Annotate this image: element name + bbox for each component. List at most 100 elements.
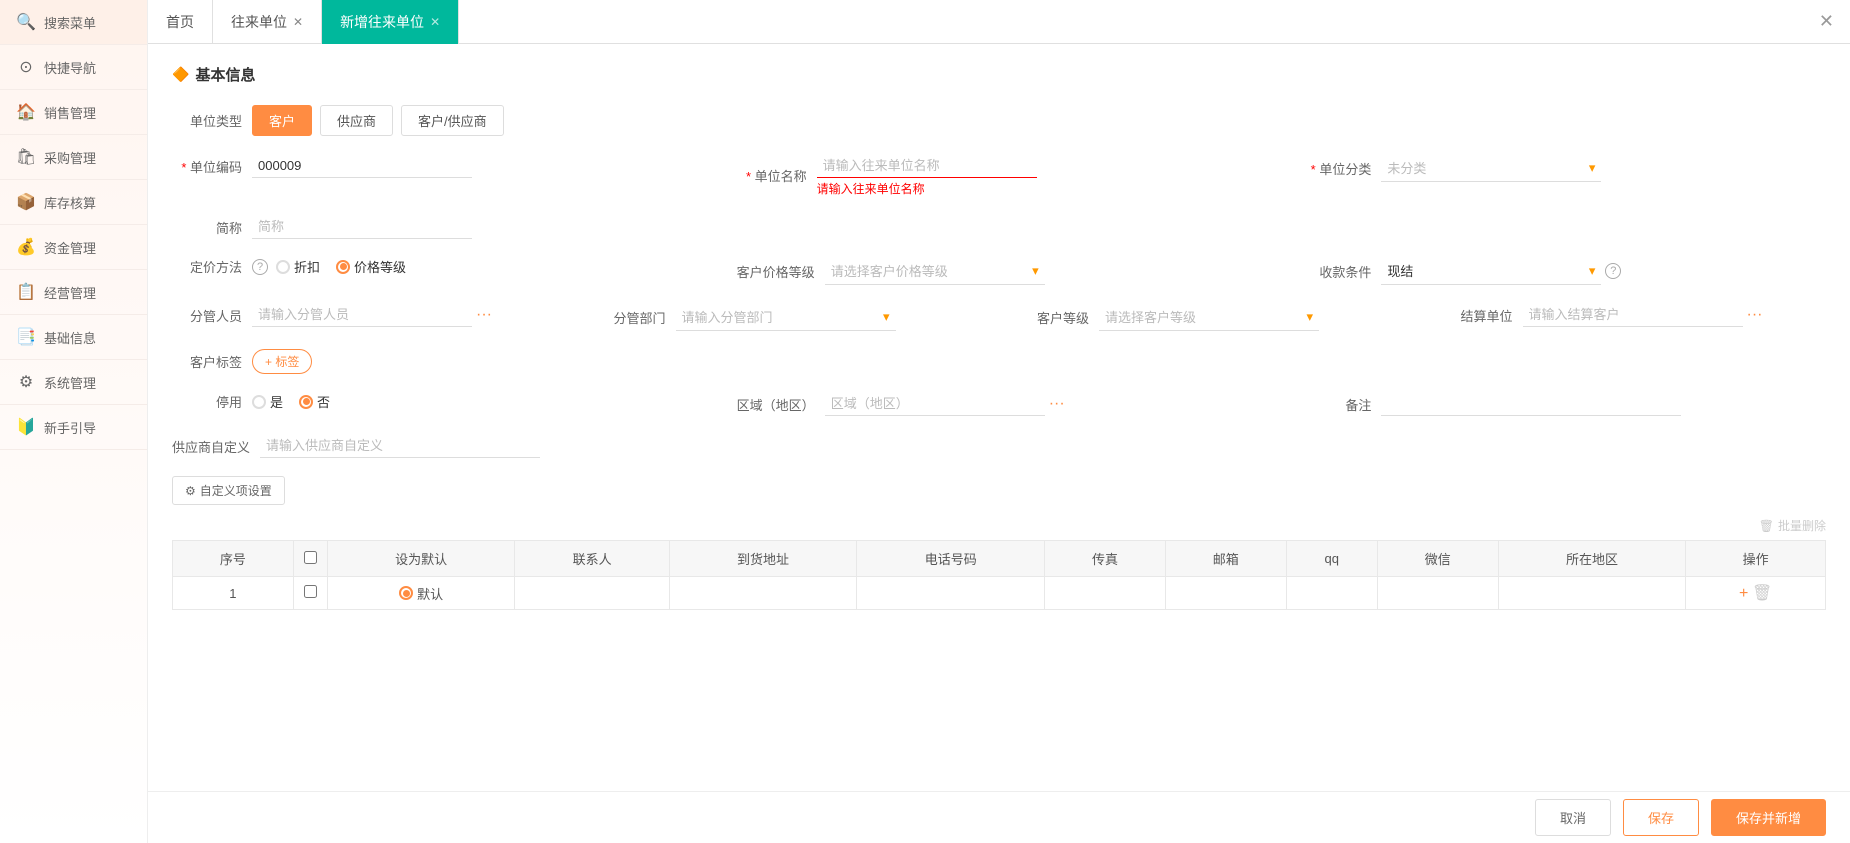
tab-new-contact-label: 新增往来单位 xyxy=(340,12,424,32)
region-more[interactable]: ··· xyxy=(1045,395,1069,413)
payment-terms-label: 收款条件 xyxy=(1301,262,1381,281)
sidebar-label-basic-info: 基础信息 xyxy=(44,328,96,347)
unit-btn-supplier[interactable]: 供应商 xyxy=(320,105,393,136)
unit-name-field: 请输入往来单位名称 xyxy=(817,154,1037,197)
supplier-custom-label: 供应商自定义 xyxy=(172,437,260,456)
customer-level-select[interactable]: 请选择客户等级 ▾ xyxy=(1099,303,1319,331)
row-contact xyxy=(515,577,669,610)
sidebar-label-search: 搜索菜单 xyxy=(44,13,96,32)
unit-info-row: 单位编码 单位名称 请输入往来单位名称 单位分类 未分类 ▾ xyxy=(172,154,1826,197)
col-contact: 联系人 xyxy=(515,541,669,577)
pricing-radio-discount[interactable]: 折扣 xyxy=(276,257,320,276)
add-tag-button[interactable]: + 标签 xyxy=(252,349,312,374)
pricing-radio-level[interactable]: 价格等级 xyxy=(336,257,406,276)
disabled-label: 停用 xyxy=(172,392,252,411)
payment-terms-arrow: ▾ xyxy=(1589,263,1596,279)
sidebar-label-system: 系统管理 xyxy=(44,373,96,392)
row-checkbox-1[interactable] xyxy=(304,585,317,598)
sidebar-item-purchase[interactable]: 🛍 采购管理 xyxy=(0,135,147,180)
sales-icon: 🏠 xyxy=(16,102,36,122)
payment-terms-select[interactable]: 现结 ▾ xyxy=(1381,257,1601,285)
manager-more[interactable]: ··· xyxy=(472,306,496,324)
tab-home[interactable]: 首页 xyxy=(148,0,213,44)
supplier-custom-input[interactable] xyxy=(260,434,540,458)
short-name-group: 简称 xyxy=(172,215,1826,239)
sidebar: 🔍 搜索菜单 ⊙ 快捷导航 🏠 销售管理 🛍 采购管理 📦 库存核算 💰 资金管… xyxy=(0,0,148,843)
customer-level-arrow: ▾ xyxy=(1306,309,1313,325)
customer-price-level-arrow: ▾ xyxy=(1032,263,1039,279)
batch-delete-icon: 🗑 xyxy=(1759,519,1774,533)
sidebar-item-sales[interactable]: 🏠 销售管理 xyxy=(0,90,147,135)
tab-contact-units-close[interactable]: ✕ xyxy=(293,15,303,29)
remark-input[interactable] xyxy=(1381,392,1681,416)
sidebar-item-inventory[interactable]: 📦 库存核算 xyxy=(0,180,147,225)
search-icon: 🔍 xyxy=(16,12,36,32)
row-default-circle xyxy=(399,586,413,600)
tab-new-contact[interactable]: 新增往来单位 ✕ xyxy=(322,0,459,44)
unit-code-input[interactable] xyxy=(252,154,472,178)
sidebar-item-basic-info[interactable]: 📑 基础信息 xyxy=(0,315,147,360)
save-button[interactable]: 保存 xyxy=(1623,799,1699,836)
row-add-button[interactable]: + xyxy=(1739,585,1748,602)
pricing-level-circle xyxy=(336,260,350,274)
unit-category-select[interactable]: 未分类 ▾ xyxy=(1381,154,1601,182)
disabled-radio-no[interactable]: 否 xyxy=(299,392,330,411)
disabled-radio-yes[interactable]: 是 xyxy=(252,392,283,411)
sidebar-item-system[interactable]: ⚙ 系统管理 xyxy=(0,360,147,405)
row-phone xyxy=(857,577,1045,610)
row-default-radio[interactable]: 默认 xyxy=(338,584,505,603)
sidebar-item-finance[interactable]: 💰 资金管理 xyxy=(0,225,147,270)
row-email xyxy=(1165,577,1286,610)
unit-category-group: 单位分类 未分类 ▾ xyxy=(1301,154,1826,182)
unit-name-label: 单位名称 xyxy=(737,166,817,185)
operation-icon: 📋 xyxy=(16,282,36,302)
sidebar-item-search[interactable]: 🔍 搜索菜单 xyxy=(0,0,147,45)
row-delete-button[interactable]: 🗑 xyxy=(1752,585,1772,602)
unit-name-input[interactable] xyxy=(817,154,1037,178)
custom-settings-button[interactable]: ⚙ 自定义项设置 xyxy=(172,476,285,505)
manager-input[interactable] xyxy=(252,303,472,327)
department-select[interactable]: 请输入分管部门 ▾ xyxy=(676,303,896,331)
col-email: 邮箱 xyxy=(1165,541,1286,577)
supplier-custom-row: 供应商自定义 xyxy=(172,434,1826,458)
unit-btn-both[interactable]: 客户/供应商 xyxy=(401,105,504,136)
footer: 取消 保存 保存并新增 xyxy=(148,791,1850,843)
pricing-help-icon[interactable]: ? xyxy=(252,259,268,275)
short-name-input[interactable] xyxy=(252,215,472,239)
department-arrow: ▾ xyxy=(883,309,890,325)
region-input[interactable] xyxy=(825,392,1045,416)
sidebar-label-sales: 销售管理 xyxy=(44,103,96,122)
customer-price-level-select[interactable]: 请选择客户价格等级 ▾ xyxy=(825,257,1045,285)
settlement-unit-input[interactable] xyxy=(1523,303,1743,327)
select-all-checkbox[interactable] xyxy=(304,551,317,564)
sidebar-item-newbie[interactable]: 🔰 新手引导 xyxy=(0,405,147,450)
tab-new-contact-close[interactable]: ✕ xyxy=(430,15,440,29)
settlement-unit-more[interactable]: ··· xyxy=(1743,306,1767,324)
short-name-row: 简称 xyxy=(172,215,1826,239)
contact-table: 序号 设为默认 联系人 到货地址 电话号码 传真 邮箱 qq 微信 所在地区 操… xyxy=(172,540,1826,610)
unit-btn-customer[interactable]: 客户 xyxy=(252,105,312,136)
manager-label: 分管人员 xyxy=(172,306,252,325)
close-all-tabs[interactable]: ✕ xyxy=(1803,11,1850,32)
payment-terms-help-icon[interactable]: ? xyxy=(1605,263,1621,279)
table-toolbar: 🗑 批量删除 xyxy=(172,517,1826,534)
pricing-level-label: 价格等级 xyxy=(354,257,406,276)
sidebar-item-operation[interactable]: 📋 经营管理 xyxy=(0,270,147,315)
tab-contact-units[interactable]: 往来单位 ✕ xyxy=(213,0,322,44)
cancel-button[interactable]: 取消 xyxy=(1535,799,1611,836)
sidebar-label-finance: 资金管理 xyxy=(44,238,96,257)
batch-delete-button[interactable]: 🗑 批量删除 xyxy=(1759,517,1826,534)
sidebar-item-quick-nav[interactable]: ⊙ 快捷导航 xyxy=(0,45,147,90)
save-new-button[interactable]: 保存并新增 xyxy=(1711,799,1826,836)
unit-type-label: 单位类型 xyxy=(172,111,252,130)
department-placeholder: 请输入分管部门 xyxy=(682,307,773,326)
customer-level-label: 客户等级 xyxy=(1019,308,1099,327)
row-checkbox xyxy=(293,577,327,610)
customer-price-level-label: 客户价格等级 xyxy=(737,262,825,281)
remark-group: 备注 xyxy=(1301,392,1826,416)
section-icon: 🔶 xyxy=(172,66,189,83)
col-address: 到货地址 xyxy=(669,541,857,577)
unit-type-row: 单位类型 客户 供应商 客户/供应商 xyxy=(172,105,1826,136)
col-seq: 序号 xyxy=(173,541,294,577)
pricing-method-label: 定价方法 xyxy=(172,257,252,276)
